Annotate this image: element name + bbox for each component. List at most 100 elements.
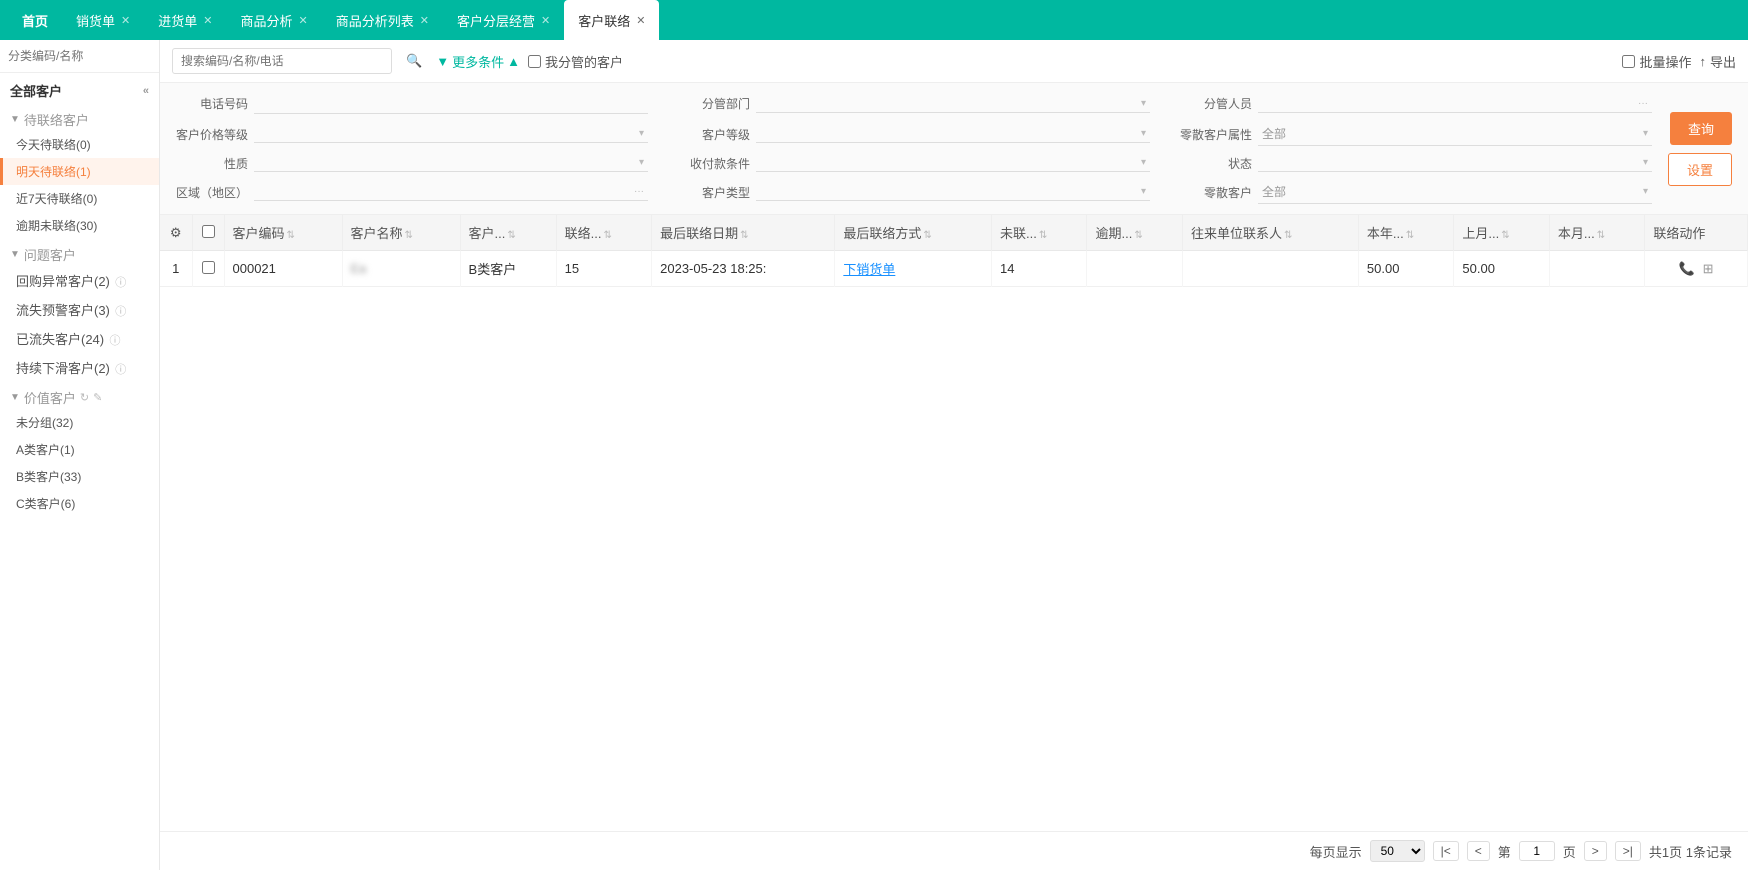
- sidebar-item-ungrouped[interactable]: 未分组(32): [0, 409, 159, 436]
- sidebar-item-7days-pending[interactable]: 近7天待联络(0): [0, 185, 159, 212]
- nav-tab-2[interactable]: 商品分析 ✕: [226, 0, 321, 40]
- sidebar-item-type-a[interactable]: A类客户(1): [0, 436, 159, 463]
- sidebar-item-type-b[interactable]: B类客户(33): [0, 463, 159, 490]
- col-settings[interactable]: ⚙: [160, 215, 192, 251]
- chevron-down-icon: ▾: [1141, 98, 1146, 109]
- export-btn[interactable]: ↑ 导出: [1699, 52, 1736, 71]
- nav-tab-0[interactable]: 销货单 ✕: [62, 0, 144, 40]
- filter-select-customer-level[interactable]: ▾: [756, 125, 1150, 143]
- sidebar-item-repurchase-abnormal[interactable]: 回购异常客户(2) ⓘ: [0, 266, 159, 295]
- grid-icon[interactable]: ⊞: [1703, 261, 1714, 276]
- prev-page-btn[interactable]: <: [1467, 841, 1490, 861]
- filter-select-retail-attr[interactable]: 全部 ▾: [1258, 122, 1652, 146]
- batch-op-btn[interactable]: 批量操作: [1622, 52, 1691, 71]
- search-input[interactable]: [172, 48, 392, 74]
- cell-type: B类客户: [460, 251, 556, 287]
- sidebar-item-type-c[interactable]: C类客户(6): [0, 490, 159, 517]
- close-tab-3-icon[interactable]: ✕: [420, 14, 429, 27]
- filter-toolbar: 🔍 ▼ 更多条件 ▲ 我分管的客户 批量操作 ↑ 导出: [160, 40, 1748, 83]
- close-tab-5-icon[interactable]: ✕: [636, 14, 645, 27]
- cell-unit-contact: [1182, 251, 1358, 287]
- filter-select-price-level[interactable]: ▾: [254, 125, 648, 143]
- close-tab-0-icon[interactable]: ✕: [121, 14, 130, 27]
- query-button[interactable]: 查询: [1670, 112, 1732, 145]
- edit-icon[interactable]: ✎: [93, 391, 102, 404]
- col-contact[interactable]: 联络...⇅: [556, 215, 651, 251]
- col-last-method[interactable]: 最后联络方式⇅: [835, 215, 992, 251]
- filter-input-phone[interactable]: [254, 93, 648, 114]
- page-label: 第: [1498, 842, 1511, 861]
- sidebar-item-churned[interactable]: 已流失客户(24) ⓘ: [0, 324, 159, 353]
- first-page-btn[interactable]: |<: [1433, 841, 1459, 861]
- close-tab-4-icon[interactable]: ✕: [541, 14, 550, 27]
- filter-cell-phone: 电话号码: [176, 93, 648, 114]
- filter-select-customer-type[interactable]: ▾: [756, 183, 1150, 201]
- filter-cell-region: 区域（地区） ···: [176, 183, 648, 201]
- filter-label-retail-customer: 零散客户: [1180, 184, 1252, 201]
- pending-group-label: ▼ 待联络客户: [0, 104, 159, 131]
- batch-op-check[interactable]: [1622, 55, 1635, 68]
- set-button[interactable]: 设置: [1668, 153, 1732, 186]
- search-icon[interactable]: 🔍: [400, 49, 428, 73]
- col-this-year[interactable]: 本年...⇅: [1358, 215, 1453, 251]
- sidebar-search-input[interactable]: [8, 49, 160, 63]
- per-page-select[interactable]: 50 100 200: [1370, 840, 1425, 862]
- my-customers-checkbox[interactable]: 我分管的客户: [528, 52, 623, 71]
- sidebar-item-churn-warning[interactable]: 流失预警客户(3) ⓘ: [0, 295, 159, 324]
- sidebar-item-declining[interactable]: 持续下滑客户(2) ⓘ: [0, 353, 159, 382]
- close-tab-2-icon[interactable]: ✕: [299, 14, 308, 27]
- all-customers-header[interactable]: 全部客户 «: [0, 73, 159, 104]
- cell-not-contacted: 14: [992, 251, 1087, 287]
- filter-select-status[interactable]: ▾: [1258, 154, 1652, 172]
- col-code[interactable]: 客户编码⇅: [224, 215, 342, 251]
- info-icon-2: ⓘ: [109, 335, 120, 347]
- filter-label-customer-type: 客户类型: [678, 184, 750, 201]
- filter-select-region[interactable]: ···: [254, 183, 648, 201]
- sidebar-item-tomorrow-pending[interactable]: 明天待联络(1): [0, 158, 159, 185]
- filter-cell-price-level: 客户价格等级 ▾: [176, 125, 648, 143]
- next-page-btn[interactable]: >: [1584, 841, 1607, 861]
- col-type[interactable]: 客户...⇅: [460, 215, 556, 251]
- filter-select-manager[interactable]: ···: [1258, 95, 1652, 113]
- sort-icon-12: ⇅: [1597, 230, 1605, 241]
- refresh-icon[interactable]: ↻: [80, 391, 89, 404]
- more-conditions-btn[interactable]: ▼ 更多条件 ▲: [436, 52, 520, 71]
- filter-select-payment[interactable]: ▾: [756, 154, 1150, 172]
- sort-icon-10: ⇅: [1406, 230, 1414, 241]
- col-unit-contact[interactable]: 往来单位联系人⇅: [1182, 215, 1358, 251]
- cell-checkbox: [192, 251, 224, 287]
- col-not-contacted[interactable]: 未联...⇅: [992, 215, 1087, 251]
- phone-icon[interactable]: 📞: [1679, 261, 1695, 276]
- col-last-date[interactable]: 最后联络日期⇅: [652, 215, 835, 251]
- table-row: 1 000021 Ea B类客户 15 2023-05-23 18:25: 下销…: [160, 251, 1748, 287]
- nav-tab-1[interactable]: 进货单 ✕: [144, 0, 226, 40]
- select-all-checkbox[interactable]: [202, 225, 215, 238]
- info-icon-0: ⓘ: [115, 277, 126, 289]
- cell-name: Ea: [342, 251, 460, 287]
- sidebar-item-overdue-pending[interactable]: 逾期未联络(30): [0, 212, 159, 239]
- nav-home[interactable]: 首页: [8, 0, 62, 40]
- col-overdue[interactable]: 逾期...⇅: [1087, 215, 1182, 251]
- sidebar-item-today-pending[interactable]: 今天待联络(0): [0, 131, 159, 158]
- sort-icon-2: ⇅: [405, 230, 413, 241]
- col-this-month[interactable]: 本月...⇅: [1549, 215, 1644, 251]
- row-checkbox[interactable]: [202, 261, 215, 274]
- col-checkbox: [192, 215, 224, 251]
- col-last-month[interactable]: 上月...⇅: [1454, 215, 1549, 251]
- page-number-input[interactable]: 1: [1519, 841, 1555, 861]
- last-page-btn[interactable]: >|: [1615, 841, 1641, 861]
- main-layout: 🔍 全部客户 « ▼ 待联络客户 今天待联络(0) 明天待联络(1) 近7天待联…: [0, 40, 1748, 870]
- nav-tab-4[interactable]: 客户分层经营 ✕: [443, 0, 564, 40]
- filter-select-dept[interactable]: ▾: [756, 95, 1150, 113]
- cell-last-method[interactable]: 下销货单: [835, 251, 992, 287]
- chevron-down-icon-4: ▾: [1643, 128, 1648, 139]
- nav-tab-5[interactable]: 客户联络 ✕: [564, 0, 659, 40]
- my-customers-check[interactable]: [528, 55, 541, 68]
- filter-cell-dept: 分管部门 ▾: [678, 95, 1150, 113]
- filter-select-retail-customer[interactable]: 全部 ▾: [1258, 180, 1652, 204]
- close-tab-1-icon[interactable]: ✕: [203, 14, 212, 27]
- nav-tab-3[interactable]: 商品分析列表 ✕: [322, 0, 443, 40]
- filter-select-nature[interactable]: ▾: [254, 154, 648, 172]
- info-icon-1: ⓘ: [115, 306, 126, 318]
- col-name[interactable]: 客户名称⇅: [342, 215, 460, 251]
